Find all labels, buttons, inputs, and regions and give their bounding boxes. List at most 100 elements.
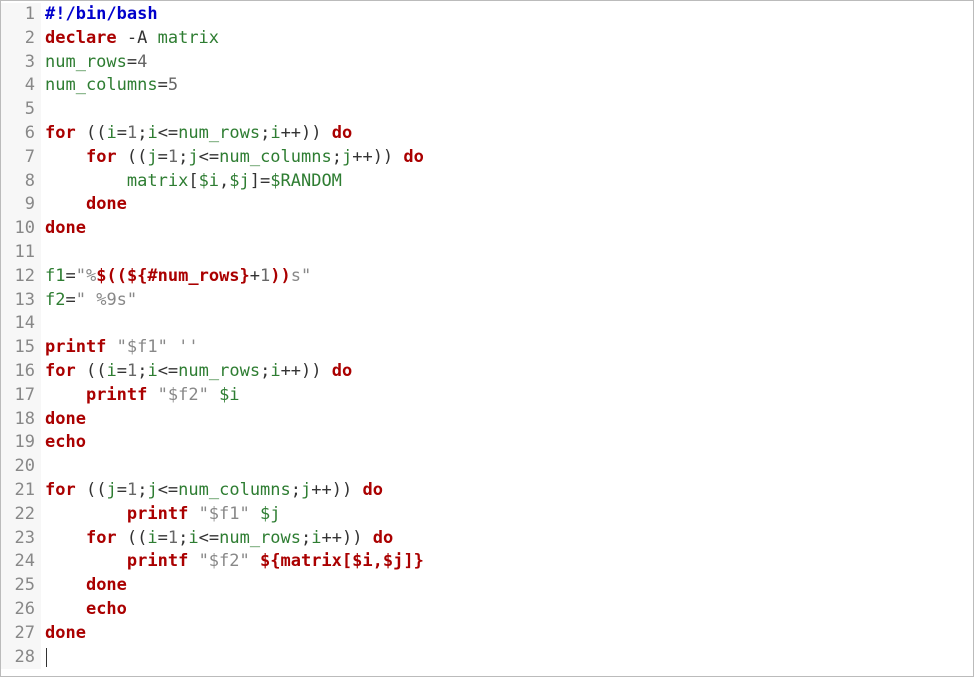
line-number: 6 bbox=[1, 122, 41, 146]
code-content[interactable]: for ((j=1;j<=num_columns;j++)) do bbox=[41, 479, 973, 503]
code-content[interactable]: #!/bin/bash bbox=[41, 3, 973, 27]
token bbox=[106, 337, 116, 357]
line-number: 12 bbox=[1, 265, 41, 289]
code-content[interactable]: done bbox=[41, 408, 973, 432]
code-line[interactable]: 10done bbox=[1, 217, 973, 241]
token: i bbox=[270, 123, 280, 143]
token: <= bbox=[158, 361, 178, 381]
token: } bbox=[414, 551, 424, 571]
code-line[interactable]: 19echo bbox=[1, 431, 973, 455]
token: (( bbox=[76, 480, 107, 500]
code-line[interactable]: 23 for ((i=1;i<=num_rows;i++)) do bbox=[1, 527, 973, 551]
code-line[interactable]: 2declare -A matrix bbox=[1, 27, 973, 51]
code-content[interactable]: printf "$f2" ${matrix[$i,$j]} bbox=[41, 550, 973, 574]
token: 1 bbox=[127, 123, 137, 143]
token bbox=[168, 337, 178, 357]
code-line[interactable]: 3num_rows=4 bbox=[1, 51, 973, 75]
token bbox=[45, 171, 127, 191]
token: done bbox=[45, 409, 86, 429]
line-number: 20 bbox=[1, 455, 41, 479]
code-content[interactable]: for ((j=1;j<=num_columns;j++)) do bbox=[41, 146, 973, 170]
token: ; bbox=[291, 480, 301, 500]
token: [ bbox=[188, 171, 198, 191]
token: done bbox=[45, 218, 86, 238]
code-line[interactable]: 26 echo bbox=[1, 598, 973, 622]
token: num_rows bbox=[45, 52, 127, 72]
code-line[interactable]: 28 bbox=[1, 646, 973, 670]
code-content[interactable]: matrix[$i,$j]=$RANDOM bbox=[41, 170, 973, 194]
code-content[interactable]: num_rows=4 bbox=[41, 51, 973, 75]
code-content[interactable]: f1="%$((${#num_rows}+1))s" bbox=[41, 265, 973, 289]
code-content[interactable]: done bbox=[41, 193, 973, 217]
code-content[interactable]: printf "$f1" $j bbox=[41, 503, 973, 527]
code-line[interactable]: 4num_columns=5 bbox=[1, 74, 973, 98]
token: (( bbox=[117, 147, 148, 167]
code-content[interactable]: echo bbox=[41, 431, 973, 455]
code-line[interactable]: 20 bbox=[1, 455, 973, 479]
code-line[interactable]: 16for ((i=1;i<=num_rows;i++)) do bbox=[1, 360, 973, 384]
code-line[interactable]: 27done bbox=[1, 622, 973, 646]
token: f2 bbox=[45, 290, 65, 310]
code-line[interactable]: 14 bbox=[1, 312, 973, 336]
code-line[interactable]: 5 bbox=[1, 98, 973, 122]
code-content[interactable]: done bbox=[41, 622, 973, 646]
code-line[interactable]: 7 for ((j=1;j<=num_columns;j++)) do bbox=[1, 146, 973, 170]
code-line[interactable]: 11 bbox=[1, 241, 973, 265]
code-line[interactable]: 22 printf "$f1" $j bbox=[1, 503, 973, 527]
token: ; bbox=[137, 123, 147, 143]
token: ; bbox=[178, 147, 188, 167]
token: echo bbox=[45, 432, 86, 452]
token: <= bbox=[199, 528, 219, 548]
code-editor[interactable]: 1#!/bin/bash2declare -A matrix3num_rows=… bbox=[0, 0, 974, 677]
code-line[interactable]: 13f2=" %9s" bbox=[1, 289, 973, 313]
token: echo bbox=[86, 599, 127, 619]
token: num_rows bbox=[219, 528, 301, 548]
token: "% bbox=[76, 266, 96, 286]
code-line[interactable]: 8 matrix[$i,$j]=$RANDOM bbox=[1, 170, 973, 194]
code-line[interactable]: 17 printf "$f2" $i bbox=[1, 384, 973, 408]
line-number: 14 bbox=[1, 312, 41, 336]
code-content[interactable]: echo bbox=[41, 598, 973, 622]
code-content[interactable] bbox=[41, 646, 973, 670]
code-content[interactable]: for ((i=1;i<=num_rows;i++)) do bbox=[41, 527, 973, 551]
token: for bbox=[45, 480, 76, 500]
code-line[interactable]: 6for ((i=1;i<=num_rows;i++)) do bbox=[1, 122, 973, 146]
code-line[interactable]: 9 done bbox=[1, 193, 973, 217]
line-number: 27 bbox=[1, 622, 41, 646]
code-line[interactable]: 24 printf "$f2" ${matrix[$i,$j]} bbox=[1, 550, 973, 574]
code-content[interactable]: printf "$f1" '' bbox=[41, 336, 973, 360]
line-number: 13 bbox=[1, 289, 41, 313]
token: ++)) bbox=[352, 147, 403, 167]
token: = bbox=[117, 361, 127, 381]
token: 1 bbox=[168, 147, 178, 167]
code-content[interactable]: done bbox=[41, 217, 973, 241]
line-number: 9 bbox=[1, 193, 41, 217]
code-line[interactable]: 15printf "$f1" '' bbox=[1, 336, 973, 360]
token bbox=[45, 599, 86, 619]
line-number: 16 bbox=[1, 360, 41, 384]
token: $j bbox=[229, 171, 249, 191]
code-line[interactable]: 25 done bbox=[1, 574, 973, 598]
code-area[interactable]: 1#!/bin/bash2declare -A matrix3num_rows=… bbox=[1, 1, 973, 669]
code-content[interactable]: for ((i=1;i<=num_rows;i++)) do bbox=[41, 360, 973, 384]
token: "$f1" bbox=[199, 504, 250, 524]
code-line[interactable]: 18done bbox=[1, 408, 973, 432]
token: = bbox=[158, 75, 168, 95]
token bbox=[45, 194, 86, 214]
code-line[interactable]: 12f1="%$((${#num_rows}+1))s" bbox=[1, 265, 973, 289]
code-content[interactable]: done bbox=[41, 574, 973, 598]
token: i bbox=[147, 123, 157, 143]
code-content[interactable]: printf "$f2" $i bbox=[41, 384, 973, 408]
code-line[interactable]: 1#!/bin/bash bbox=[1, 3, 973, 27]
code-content[interactable]: num_columns=5 bbox=[41, 74, 973, 98]
token: ]= bbox=[250, 171, 270, 191]
code-content[interactable]: declare -A matrix bbox=[41, 27, 973, 51]
code-line[interactable]: 21for ((j=1;j<=num_columns;j++)) do bbox=[1, 479, 973, 503]
code-content[interactable]: f2=" %9s" bbox=[41, 289, 973, 313]
token: "$f2" bbox=[158, 385, 209, 405]
token: do bbox=[332, 123, 352, 143]
token: "$f2" bbox=[199, 551, 250, 571]
token: done bbox=[86, 575, 127, 595]
code-content[interactable]: for ((i=1;i<=num_rows;i++)) do bbox=[41, 122, 973, 146]
token: "$f1" bbox=[117, 337, 168, 357]
